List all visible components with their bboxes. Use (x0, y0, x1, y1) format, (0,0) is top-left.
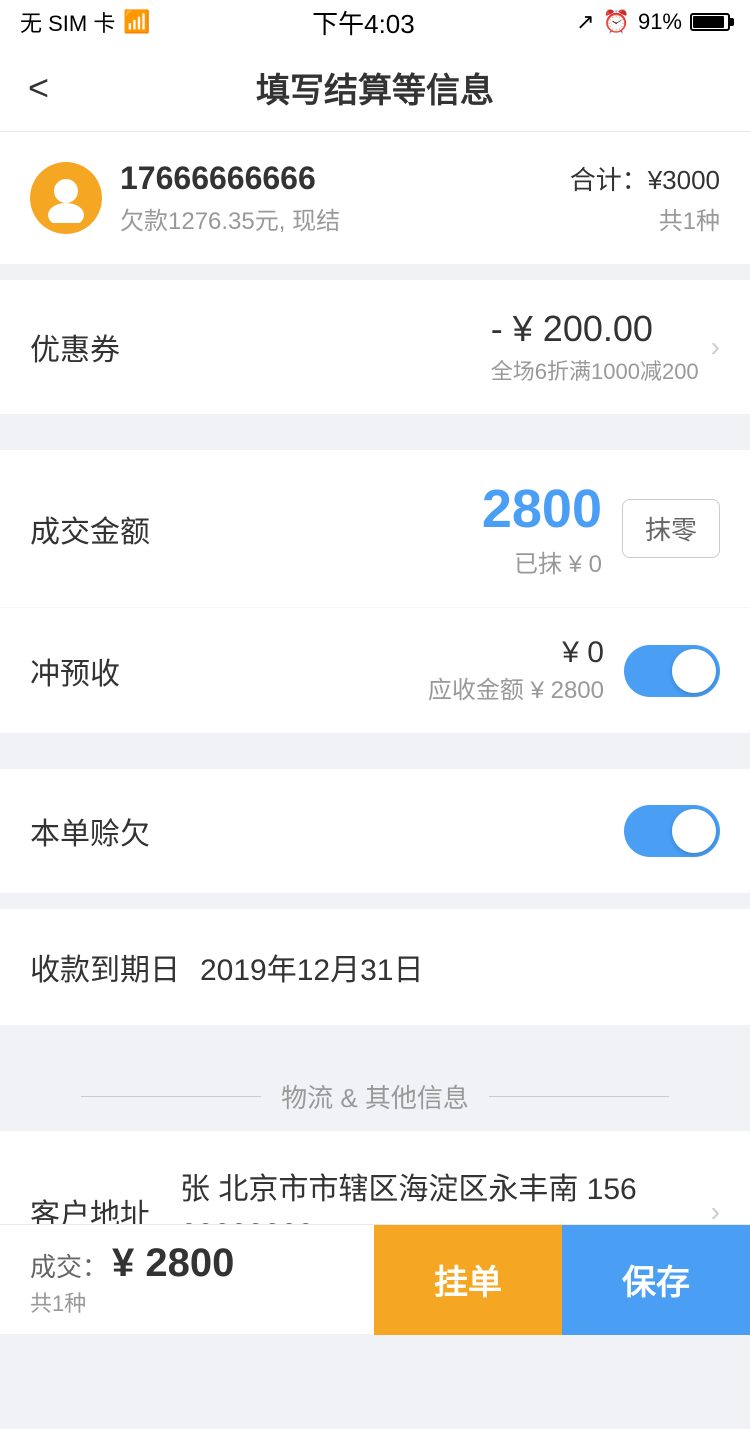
prepay-amount: ¥ 0 (428, 636, 604, 670)
credit-toggle[interactable] (624, 805, 720, 857)
status-right: ↗ ⏰ 91% (576, 9, 730, 35)
logistics-line-right (489, 1096, 669, 1097)
wifi-icon: 📶 (123, 9, 150, 35)
toggle-knob (672, 649, 716, 693)
user-debt: 欠款1276.35元, 现结 (120, 201, 340, 236)
prepay-label: 冲预收 (30, 649, 120, 693)
prepay-row: 冲预收 ¥ 0 应收金额 ¥ 2800 (0, 607, 750, 733)
credit-row: 本单赊欠 (0, 769, 750, 893)
gray-divider-2 (0, 749, 750, 769)
coupon-label: 优惠券 (30, 325, 120, 369)
save-button[interactable]: 保存 (562, 1225, 750, 1335)
prepay-total: 应收金额 ¥ 2800 (428, 670, 604, 705)
logistics-divider: 物流 & 其他信息 (0, 1061, 750, 1131)
alarm-icon: ⏰ (603, 9, 630, 35)
duedate-section: 收款到期日 2019年12月31日 (0, 909, 750, 1025)
footer-count: 共1种 (30, 1286, 344, 1318)
total-count: 共1种 (570, 201, 720, 236)
nav-bar: < 填写结算等信息 (0, 44, 750, 132)
credit-label: 本单赊欠 (30, 809, 150, 853)
duedate-row: 收款到期日 2019年12月31日 (0, 909, 750, 1025)
user-left: 17666666666 欠款1276.35元, 现结 (30, 160, 340, 236)
battery-percent: 91% (638, 9, 682, 35)
footer: 成交： ¥ 2800 共1种 挂单 保存 (0, 1224, 750, 1334)
prepay-right: ¥ 0 应收金额 ¥ 2800 (428, 636, 720, 705)
user-total: 合计：¥3000 共1种 (570, 160, 720, 236)
prepay-value-wrap: ¥ 0 应收金额 ¥ 2800 (428, 636, 604, 705)
duedate-value: 2019年12月31日 (200, 945, 423, 989)
avatar (30, 162, 102, 234)
status-left: 无 SIM 卡 📶 (20, 6, 151, 38)
gray-divider-3 (0, 1041, 750, 1061)
footer-info: 成交： ¥ 2800 共1种 (0, 1241, 374, 1318)
user-card: 17666666666 欠款1276.35元, 现结 合计：¥3000 共1种 (0, 132, 750, 264)
carrier-text: 无 SIM 卡 (20, 6, 115, 38)
duedate-label: 收款到期日 (30, 945, 180, 989)
prepay-toggle[interactable] (624, 645, 720, 697)
logistics-line-left (81, 1096, 261, 1097)
deal-value-wrap: 2800 已抹 ¥ 0 (482, 478, 602, 579)
chevron-right-icon: › (711, 331, 720, 363)
status-time: 下午4:03 (312, 4, 415, 41)
coupon-desc: 全场6折满1000减200 (491, 354, 699, 386)
footer-deal-label: 成交： (30, 1247, 108, 1284)
deal-right: 2800 已抹 ¥ 0 抹零 (482, 478, 720, 579)
footer-amount: ¥ 2800 (112, 1241, 234, 1286)
user-phone: 17666666666 (120, 160, 340, 197)
credit-section: 本单赊欠 (0, 769, 750, 893)
coupon-row[interactable]: 优惠券 - ¥ 200.00 全场6折满1000减200 › (0, 280, 750, 414)
coupon-right: - ¥ 200.00 全场6折满1000减200 › (491, 308, 720, 386)
deal-sub: 已抹 ¥ 0 (482, 544, 602, 579)
coupon-amount: - ¥ 200.00 (491, 308, 699, 350)
credit-toggle-knob (672, 809, 716, 853)
user-info: 17666666666 欠款1276.35元, 现结 (120, 160, 340, 236)
deal-value: 2800 (482, 478, 602, 540)
footer-deal-row: 成交： ¥ 2800 (30, 1241, 344, 1286)
total-amount: 合计：¥3000 (570, 160, 720, 197)
round-button[interactable]: 抹零 (622, 499, 720, 558)
battery-icon (690, 13, 730, 31)
location-icon: ↗ (576, 9, 594, 35)
deal-label: 成交金额 (30, 507, 150, 551)
hang-button[interactable]: 挂单 (374, 1225, 562, 1335)
gray-divider-1 (0, 430, 750, 450)
back-button[interactable]: < (28, 67, 49, 109)
status-bar: 无 SIM 卡 📶 下午4:03 ↗ ⏰ 91% (0, 0, 750, 44)
page-title: 填写结算等信息 (256, 63, 494, 112)
coupon-info: - ¥ 200.00 全场6折满1000减200 (491, 308, 699, 386)
deal-amount-row: 成交金额 2800 已抹 ¥ 0 抹零 (0, 450, 750, 607)
amount-section: 成交金额 2800 已抹 ¥ 0 抹零 冲预收 ¥ 0 应收金额 ¥ 2800 (0, 450, 750, 733)
logistics-text: 物流 & 其他信息 (281, 1078, 469, 1115)
